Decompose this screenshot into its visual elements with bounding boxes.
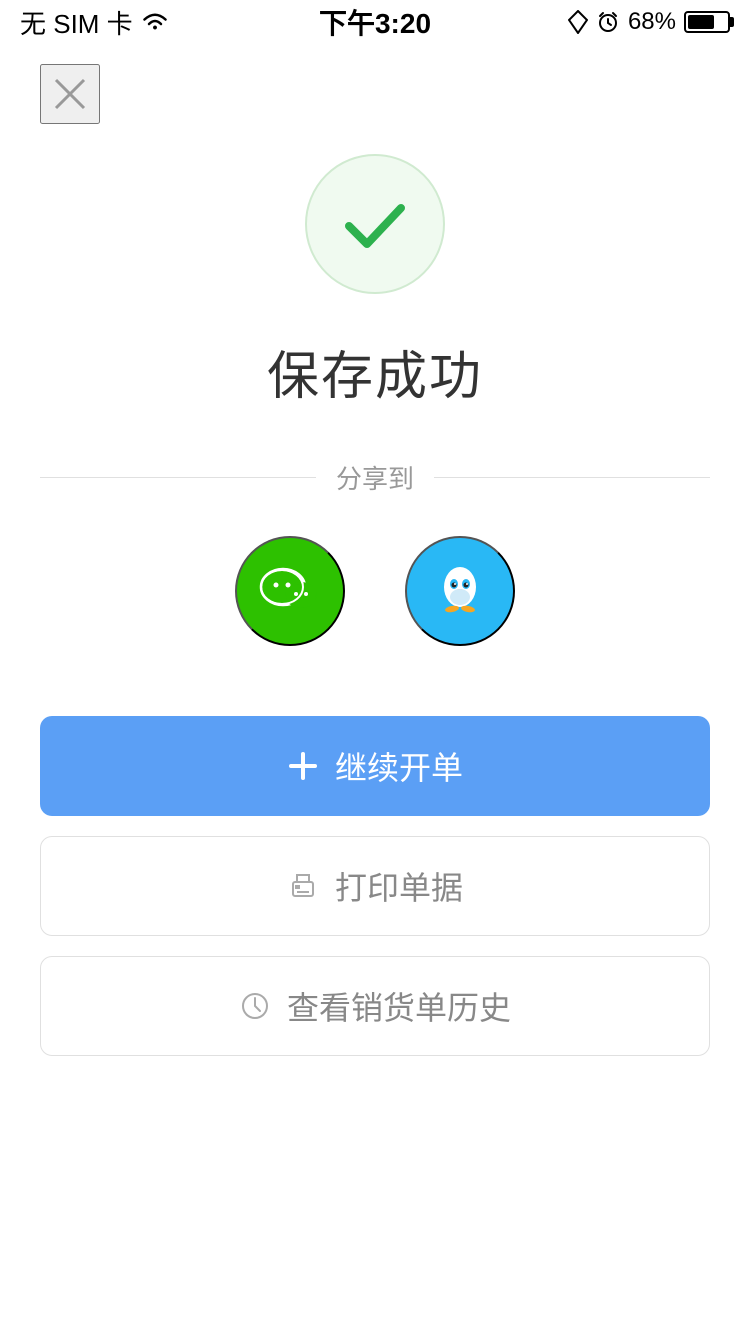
wechat-share-button[interactable] — [235, 536, 345, 646]
success-title: 保存成功 — [267, 334, 483, 409]
status-time: 下午3:20 — [319, 2, 431, 42]
qq-icon — [428, 559, 493, 624]
qq-share-button[interactable] — [405, 536, 515, 646]
battery-percent: 68% — [628, 8, 676, 36]
close-button[interactable] — [40, 64, 100, 124]
continue-label: 继续开单 — [335, 743, 463, 789]
divider-line-left — [40, 477, 316, 478]
status-left: 无 SIM 卡 — [20, 4, 169, 41]
print-icon — [287, 870, 319, 902]
plus-icon — [287, 750, 319, 782]
battery-icon — [684, 11, 730, 33]
action-buttons: 继续开单 打印单据 查看销货单历史 — [40, 716, 710, 1056]
close-icon — [52, 76, 88, 112]
share-divider: 分享到 — [40, 459, 710, 496]
status-bar: 无 SIM 卡 下午3:20 68% — [0, 0, 750, 44]
sim-label: 无 SIM 卡 — [20, 4, 133, 41]
success-icon-container — [305, 154, 445, 294]
print-label: 打印单据 — [335, 863, 463, 909]
history-button[interactable]: 查看销货单历史 — [40, 956, 710, 1056]
share-label: 分享到 — [336, 459, 414, 496]
history-label: 查看销货单历史 — [287, 983, 511, 1029]
wechat-icon — [258, 559, 323, 624]
alarm-icon — [596, 10, 620, 34]
wifi-icon — [141, 11, 169, 33]
continue-button[interactable]: 继续开单 — [40, 716, 710, 816]
checkmark-icon — [335, 184, 415, 264]
print-button[interactable]: 打印单据 — [40, 836, 710, 936]
location-icon — [568, 10, 588, 34]
history-icon — [239, 990, 271, 1022]
status-right: 68% — [568, 8, 730, 36]
share-icons-container — [235, 536, 515, 646]
divider-line-right — [434, 477, 710, 478]
main-content: 保存成功 分享到 — [0, 44, 750, 1334]
